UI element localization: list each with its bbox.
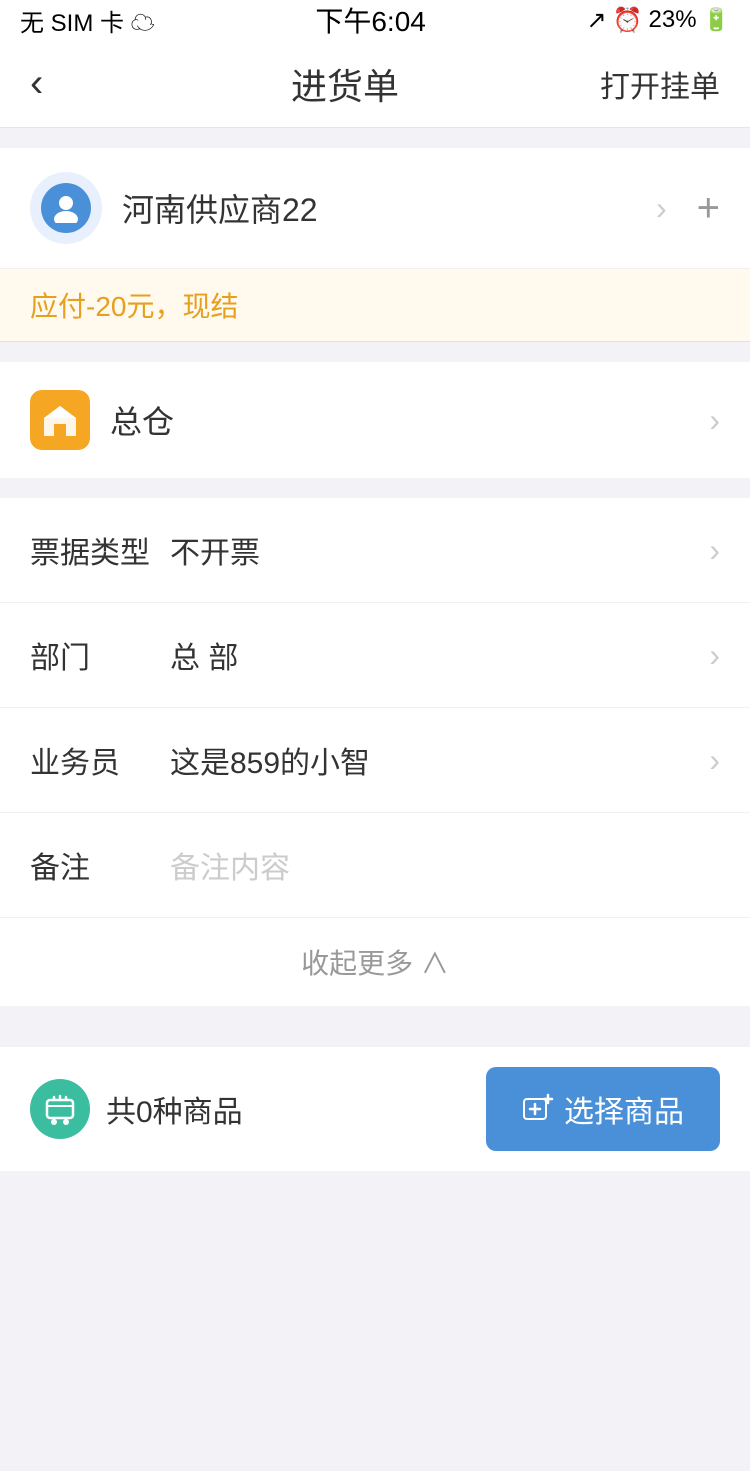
nav-bar: ‹ 进货单 打开挂单 (0, 40, 750, 128)
open-pending-button[interactable]: 打开挂单 (600, 62, 720, 106)
collapse-bar[interactable]: 收起更多 ∧ (0, 917, 750, 1006)
notes-label: 备注 (30, 843, 170, 887)
department-row[interactable]: 部门 总 部 › (0, 602, 750, 707)
status-left: 无 SIM 卡 ☁ (20, 3, 155, 38)
avatar-inner (41, 183, 91, 233)
alarm-icon: ⏰ (613, 6, 643, 35)
select-product-label: 选择商品 (564, 1087, 684, 1131)
section-gap-1 (0, 128, 750, 148)
warehouse-chevron-icon: › (709, 402, 720, 439)
supplier-section: 河南供应商22 › + 应付-20元，现结 (0, 148, 750, 342)
salesperson-value: 这是859的小智 (170, 738, 709, 782)
warehouse-row[interactable]: 总仓 › (0, 362, 750, 478)
salesperson-label: 业务员 (30, 738, 170, 782)
select-product-icon (522, 1093, 554, 1125)
supplier-actions: › + (656, 186, 720, 231)
section-gap-2 (0, 342, 750, 362)
status-bar: 无 SIM 卡 ☁ 下午6:04 ↗ ⏰ 23% 🔋 (0, 0, 750, 40)
chevron-right-icon: › (656, 190, 667, 227)
department-chevron-icon: › (709, 637, 720, 674)
back-button[interactable]: ‹ (30, 61, 90, 106)
ticket-chevron-icon: › (709, 532, 720, 569)
ticket-type-row[interactable]: 票据类型 不开票 › (0, 498, 750, 602)
warehouse-name: 总仓 (110, 397, 709, 443)
bottom-space (0, 1171, 750, 1471)
status-right: ↗ ⏰ 23% 🔋 (587, 6, 730, 35)
page-title: 进货单 (291, 58, 399, 110)
product-icon (30, 1079, 90, 1139)
warehouse-icon (30, 390, 90, 450)
warehouse-section[interactable]: 总仓 › (0, 362, 750, 478)
battery-label: 23% (649, 6, 697, 34)
ticket-type-value: 不开票 (170, 528, 709, 572)
section-gap-4 (0, 1006, 750, 1026)
section-gap-3 (0, 478, 750, 498)
battery-icon: 🔋 (703, 7, 730, 33)
supplier-name: 河南供应商22 (122, 185, 656, 231)
collapse-button[interactable]: 收起更多 ∧ (301, 948, 449, 979)
product-count-text: 共0种商品 (106, 1087, 243, 1131)
bottom-bar: 共0种商品 选择商品 (0, 1046, 750, 1171)
house-icon (42, 402, 78, 438)
location-icon: ↗ (587, 6, 607, 35)
department-value: 总 部 (170, 633, 709, 677)
notes-input[interactable]: 备注内容 (170, 843, 720, 887)
sim-label: 无 SIM 卡 ☁ (20, 3, 155, 38)
supplier-row[interactable]: 河南供应商22 › + (0, 148, 750, 269)
supplier-avatar (30, 172, 102, 244)
product-count-area: 共0种商品 (30, 1079, 243, 1139)
notice-text: 应付-20元，现结 (30, 291, 238, 322)
notes-row[interactable]: 备注 备注内容 (0, 812, 750, 917)
department-label: 部门 (30, 633, 170, 677)
form-section: 票据类型 不开票 › 部门 总 部 › 业务员 这是859的小智 › 备注 备注… (0, 498, 750, 1006)
cart-icon (43, 1092, 77, 1126)
status-time: 下午6:04 (315, 0, 426, 40)
add-button[interactable]: + (697, 186, 720, 231)
person-icon (51, 193, 81, 223)
salesperson-chevron-icon: › (709, 742, 720, 779)
salesperson-row[interactable]: 业务员 这是859的小智 › (0, 707, 750, 812)
notice-bar: 应付-20元，现结 (0, 269, 750, 342)
ticket-type-label: 票据类型 (30, 528, 170, 572)
select-product-button[interactable]: 选择商品 (486, 1067, 720, 1151)
